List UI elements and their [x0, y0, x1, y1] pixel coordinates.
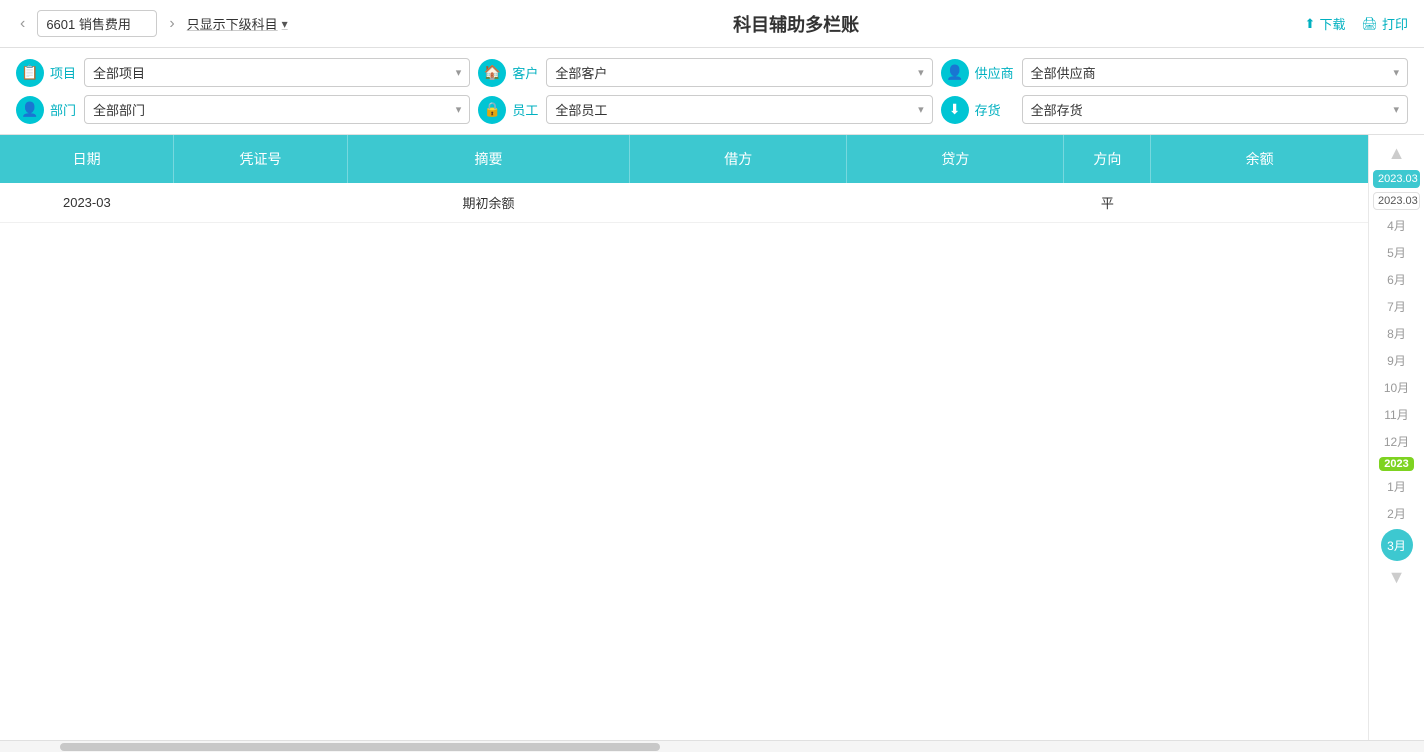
hscroll-thumb[interactable]: [60, 743, 660, 751]
month-item-7[interactable]: 7月: [1369, 293, 1424, 320]
chevron-down-icon: ▾: [282, 17, 288, 31]
project-select[interactable]: 全部项目 ▾: [84, 58, 470, 87]
month-item-3-active[interactable]: 3月: [1381, 529, 1413, 561]
right-sidebar: ▲ 2023.03 2023.03 4月 5月 6月 7月 8月 9月 10月 …: [1368, 135, 1424, 740]
month-item-6[interactable]: 6月: [1369, 266, 1424, 293]
filter-label-project: 📋 项目: [16, 59, 76, 87]
chevron-down-icon: ▾: [1393, 103, 1399, 116]
supplier-select[interactable]: 全部供应商 ▾: [1022, 58, 1408, 87]
download-btn[interactable]: ⬆ 下载: [1305, 14, 1346, 33]
cell-voucher: [174, 183, 348, 223]
account-code: 6601 销售费用: [37, 10, 157, 37]
cell-date: 2023-03: [0, 183, 174, 223]
employee-select[interactable]: 全部员工 ▾: [546, 95, 932, 124]
print-btn[interactable]: 🖨 打印: [1361, 14, 1408, 33]
prev-account-btn[interactable]: ‹: [16, 13, 29, 35]
download-icon: ⬆: [1305, 16, 1316, 32]
employee-icon: 🔒: [478, 96, 506, 124]
sidebar-down-btn[interactable]: ▼: [1369, 563, 1424, 592]
chevron-down-icon: ▾: [456, 66, 462, 79]
filter-label-customer: 🏠 客户: [478, 59, 538, 87]
month-item-10[interactable]: 10月: [1369, 374, 1424, 401]
chevron-down-icon: ▾: [1393, 66, 1399, 79]
toolbar-right: ⬆ 下载 🖨 打印: [1305, 14, 1408, 33]
customer-icon: 🏠: [478, 59, 506, 87]
cell-direction: 平: [1064, 183, 1151, 223]
period-box-1[interactable]: 2023.03: [1373, 170, 1420, 188]
cell-balance: [1151, 183, 1368, 223]
col-header-direction: 方向: [1064, 135, 1151, 183]
col-header-summary: 摘要: [347, 135, 629, 183]
filter-label-employee: 🔒 员工: [478, 96, 538, 124]
department-icon: 👤: [16, 96, 44, 124]
month-item-8[interactable]: 8月: [1369, 320, 1424, 347]
chevron-down-icon: ▾: [918, 66, 924, 79]
next-account-btn[interactable]: ›: [165, 13, 178, 35]
filter-label-inventory: ⬇ 存货: [941, 96, 1014, 124]
show-sub-select[interactable]: 只显示下级科目 ▾: [187, 14, 288, 33]
period-box-2[interactable]: 2023.03: [1373, 192, 1420, 210]
page-title: 科目辅助多栏账: [296, 11, 1297, 37]
col-header-date: 日期: [0, 135, 174, 183]
col-header-voucher: 凭证号: [174, 135, 348, 183]
table-row: 2023-03 期初余额 平: [0, 183, 1368, 223]
col-header-credit: 贷方: [847, 135, 1064, 183]
year-badge: 2023: [1379, 457, 1413, 471]
supplier-icon: 👤: [941, 59, 969, 87]
ledger-table: 日期 凭证号 摘要 借方 贷方 方向 余额 2023-03 期初余额: [0, 135, 1368, 223]
print-icon: 🖨: [1361, 16, 1378, 32]
show-sub-label: 只显示下级科目: [187, 14, 278, 33]
cell-credit: [847, 183, 1064, 223]
chevron-down-icon: ▾: [456, 103, 462, 116]
table-header-row: 日期 凭证号 摘要 借方 贷方 方向 余额: [0, 135, 1368, 183]
col-header-debit: 借方: [630, 135, 847, 183]
table-container: 日期 凭证号 摘要 借方 贷方 方向 余额 2023-03 期初余额: [0, 135, 1368, 740]
month-item-4[interactable]: 4月: [1369, 212, 1424, 239]
chevron-down-icon: ▾: [918, 103, 924, 116]
filter-bar: 📋 项目 全部项目 ▾ 🏠 客户 全部客户 ▾ 👤 供应商 全部供应商 ▾ 👤 …: [0, 48, 1424, 135]
inventory-icon: ⬇: [941, 96, 969, 124]
department-select[interactable]: 全部部门 ▾: [84, 95, 470, 124]
month-item-5[interactable]: 5月: [1369, 239, 1424, 266]
download-label: 下载: [1319, 14, 1345, 33]
month-item-9[interactable]: 9月: [1369, 347, 1424, 374]
top-bar: ‹ 6601 销售费用 › 只显示下级科目 ▾ 科目辅助多栏账 ⬆ 下载 🖨 打…: [0, 0, 1424, 48]
project-icon: 📋: [16, 59, 44, 87]
cell-summary: 期初余额: [347, 183, 629, 223]
inventory-select[interactable]: 全部存货 ▾: [1022, 95, 1408, 124]
col-header-balance: 余额: [1151, 135, 1368, 183]
filter-label-supplier: 👤 供应商: [941, 59, 1014, 87]
cell-debit: [630, 183, 847, 223]
sidebar-up-btn[interactable]: ▲: [1369, 139, 1424, 168]
month-item-12[interactable]: 12月: [1369, 428, 1424, 455]
print-label: 打印: [1382, 14, 1408, 33]
customer-select[interactable]: 全部客户 ▾: [546, 58, 932, 87]
filter-label-department: 👤 部门: [16, 96, 76, 124]
month-item-1[interactable]: 1月: [1369, 473, 1424, 500]
month-item-2[interactable]: 2月: [1369, 500, 1424, 527]
main-window: ‹ 6601 销售费用 › 只显示下级科目 ▾ 科目辅助多栏账 ⬆ 下载 🖨 打…: [0, 0, 1424, 752]
hscroll-bar[interactable]: [0, 740, 1424, 752]
month-item-11[interactable]: 11月: [1369, 401, 1424, 428]
